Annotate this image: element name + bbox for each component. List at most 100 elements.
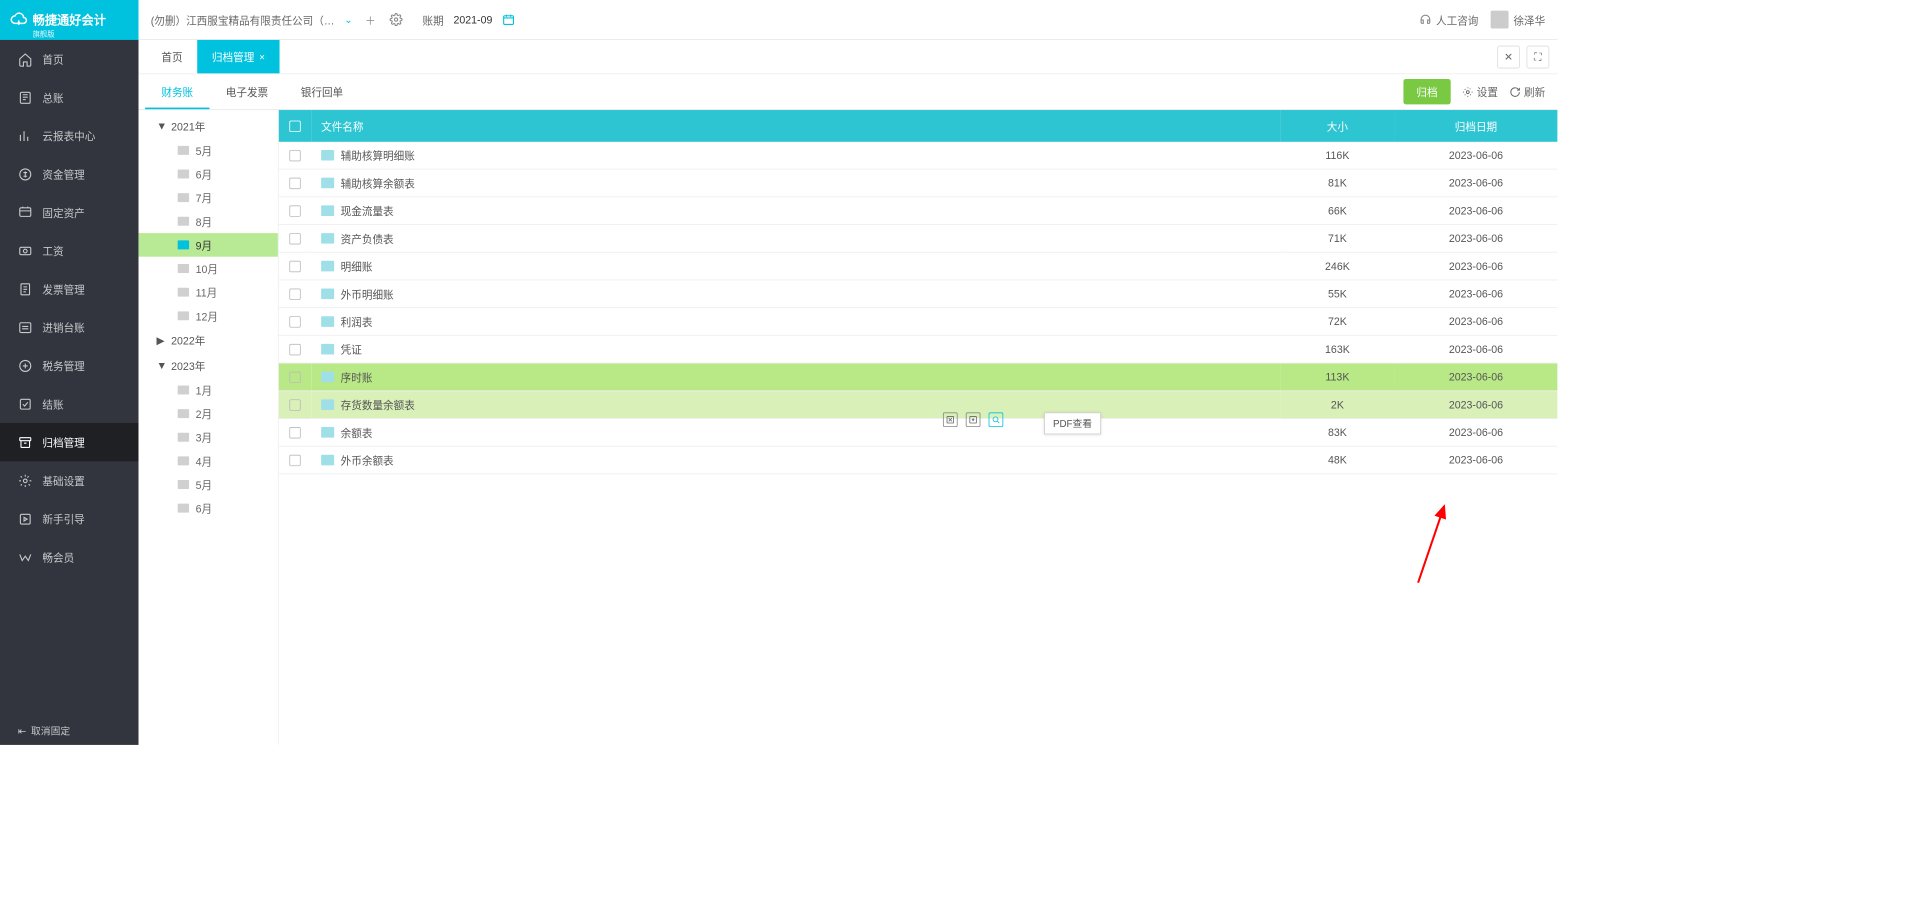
row-checkbox[interactable] (279, 335, 312, 363)
tree-year[interactable]: ▶2022年 (139, 328, 278, 353)
caret-icon: ▼ (156, 359, 164, 371)
tree-month[interactable]: 10月 (139, 257, 278, 281)
folder-icon (321, 316, 334, 327)
close-tab-button[interactable]: ✕ (1497, 45, 1520, 68)
row-checkbox[interactable] (279, 363, 312, 391)
nav-item-home[interactable]: 首页 (0, 40, 139, 78)
nav-item-fund[interactable]: 资金管理 (0, 155, 139, 193)
row-checkbox[interactable] (279, 446, 312, 474)
folder-icon (178, 217, 189, 226)
table-row[interactable]: 明细账246K2023-06-06 (279, 252, 1558, 280)
tree-month[interactable]: 8月 (139, 209, 278, 233)
salary-icon (18, 243, 33, 258)
nav-item-asset[interactable]: 固定资产 (0, 193, 139, 231)
tree-month[interactable]: 9月 (139, 233, 278, 257)
period-value[interactable]: 2021-09 (453, 13, 492, 25)
tree-month[interactable]: 3月 (139, 425, 278, 449)
table-row[interactable]: 辅助核算明细账116K2023-06-06 (279, 142, 1558, 169)
caret-icon: ▼ (156, 120, 164, 132)
company-dropdown-icon[interactable]: ⌄ (344, 14, 352, 25)
nav-item-archive[interactable]: 归档管理 (0, 423, 139, 461)
tab-close-icon[interactable]: × (259, 51, 265, 62)
archive-date: 2023-06-06 (1394, 225, 1557, 253)
user-menu[interactable]: 徐泽华 (1491, 11, 1546, 29)
subtab-1[interactable]: 电子发票 (209, 76, 284, 109)
table-row[interactable]: 序时账113K2023-06-06 (279, 363, 1558, 391)
table-row[interactable]: 现金流量表66K2023-06-06 (279, 197, 1558, 225)
tab-1[interactable]: 归档管理× (197, 40, 279, 73)
folder-icon (178, 264, 189, 273)
tree-month[interactable]: 4月 (139, 449, 278, 473)
company-name[interactable]: (勿删）江西服宝精品有限责任公司（… (151, 12, 335, 27)
row-checkbox[interactable] (279, 169, 312, 197)
subtab-2[interactable]: 银行回单 (284, 76, 359, 109)
nav-item-guide[interactable]: 新手引导 (0, 500, 139, 538)
file-size: 2K (1280, 391, 1394, 419)
add-company-button[interactable]: ＋ (362, 11, 378, 27)
tree-year[interactable]: ▼2021年 (139, 113, 278, 138)
select-all-header[interactable] (279, 110, 312, 142)
sidebar: 畅捷通好会计 旗舰版 首页总账云报表中心资金管理固定资产工资发票管理进销台账税务… (0, 0, 139, 745)
company-settings-button[interactable] (388, 11, 404, 27)
file-size: 246K (1280, 252, 1394, 280)
year-month-tree: ▼2021年5月6月7月8月9月10月11月12月▶2022年▼2023年1月2… (139, 110, 279, 745)
table-row[interactable]: 余额表83K2023-06-06 (279, 419, 1558, 447)
row-checkbox[interactable] (279, 419, 312, 447)
table-row[interactable]: 凭证163K2023-06-06 (279, 335, 1558, 363)
nav-item-salary[interactable]: 工资 (0, 231, 139, 269)
support-link[interactable]: 人工咨询 (1419, 12, 1479, 27)
tree-month[interactable]: 12月 (139, 304, 278, 328)
tree-month[interactable]: 7月 (139, 186, 278, 210)
folder-icon (321, 178, 334, 189)
tree-month[interactable]: 6月 (139, 496, 278, 520)
pin-icon: ⇤ (18, 725, 26, 736)
tab-0[interactable]: 首页 (147, 40, 198, 73)
row-checkbox[interactable] (279, 197, 312, 225)
table-row[interactable]: 辅助核算余额表81K2023-06-06 (279, 169, 1558, 197)
tree-month[interactable]: 5月 (139, 139, 278, 163)
table-row[interactable]: 外币余额表48K2023-06-06 (279, 446, 1558, 474)
row-checkbox[interactable] (279, 308, 312, 336)
cancel-pin[interactable]: ⇤ 取消固定 (0, 716, 139, 745)
close-icon (18, 396, 33, 411)
nav-item-settings[interactable]: 基础设置 (0, 461, 139, 499)
file-name: 余额表 (341, 425, 373, 440)
tree-month[interactable]: 2月 (139, 402, 278, 426)
nav-item-tax[interactable]: 税务管理 (0, 346, 139, 384)
tree-year[interactable]: ▼2023年 (139, 353, 278, 378)
table-row[interactable]: 利润表72K2023-06-06 (279, 308, 1558, 336)
file-size: 81K (1280, 169, 1394, 197)
calendar-icon[interactable] (502, 13, 515, 26)
table-row[interactable]: 存货数量余额表PDF查看2K2023-06-06 (279, 391, 1558, 419)
tree-month[interactable]: 6月 (139, 162, 278, 186)
nav-item-invoice[interactable]: 发票管理 (0, 270, 139, 308)
folder-icon (178, 480, 189, 489)
nav-item-close[interactable]: 结账 (0, 385, 139, 423)
row-checkbox[interactable] (279, 391, 312, 419)
archive-icon (18, 435, 33, 450)
nav-item-report[interactable]: 云报表中心 (0, 117, 139, 155)
subtab-0[interactable]: 财务账 (145, 76, 209, 109)
row-checkbox[interactable] (279, 225, 312, 253)
row-checkbox[interactable] (279, 142, 312, 169)
settings-button[interactable]: 设置 (1462, 84, 1498, 99)
refresh-button[interactable]: 刷新 (1509, 84, 1545, 99)
nav-item-ledger[interactable]: 总账 (0, 78, 139, 116)
nav-item-member[interactable]: 畅会员 (0, 538, 139, 576)
file-name: 凭证 (341, 341, 362, 356)
fullscreen-button[interactable]: ⛶ (1526, 45, 1549, 68)
row-checkbox[interactable] (279, 252, 312, 280)
file-name: 外币余额表 (341, 452, 394, 467)
tree-month[interactable]: 5月 (139, 473, 278, 497)
tree-month[interactable]: 1月 (139, 378, 278, 402)
tax-icon (18, 358, 33, 373)
table-row[interactable]: 资产负债表71K2023-06-06 (279, 225, 1558, 253)
file-name: 辅助核算明细账 (341, 148, 415, 163)
tree-month[interactable]: 11月 (139, 280, 278, 304)
row-checkbox[interactable] (279, 280, 312, 308)
folder-icon (178, 146, 189, 155)
folder-icon (321, 289, 334, 300)
nav-item-inout[interactable]: 进销台账 (0, 308, 139, 346)
archive-button[interactable]: 归档 (1403, 79, 1450, 104)
table-row[interactable]: 外币明细账55K2023-06-06 (279, 280, 1558, 308)
